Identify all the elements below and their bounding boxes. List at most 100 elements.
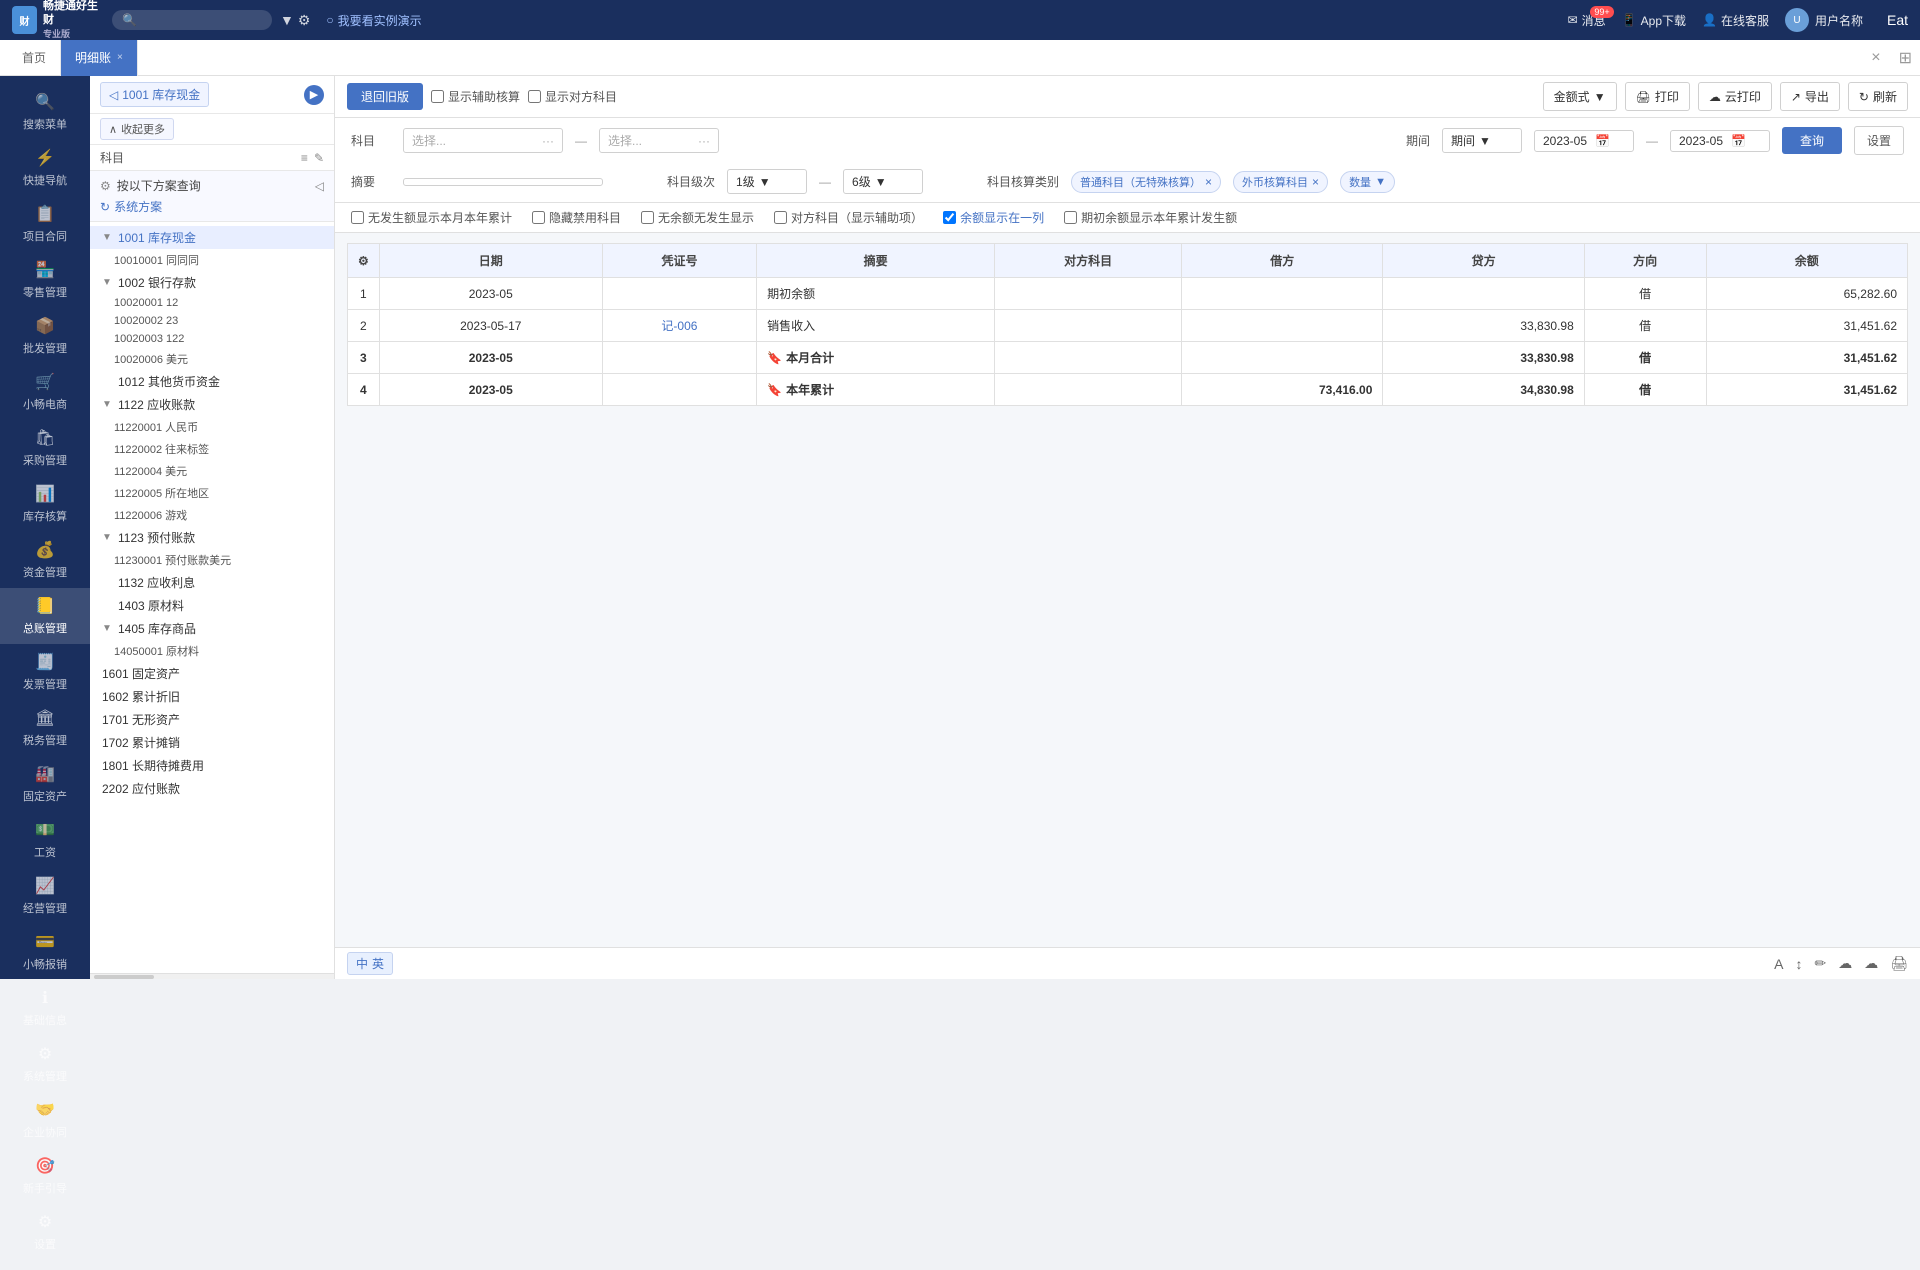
tree-item-11220006[interactable]: 11220006 游戏 xyxy=(90,504,334,526)
tree-item-11220005[interactable]: 11220005 所在地区 xyxy=(90,482,334,504)
option-no-occurrence-checkbox[interactable] xyxy=(351,211,364,224)
tree-item-10020006[interactable]: 10020006 美元 xyxy=(90,348,334,370)
export-btn[interactable]: ↗ 导出 xyxy=(1780,82,1840,111)
sidebar-item-quick-nav[interactable]: ⚡ 快捷导航 xyxy=(0,140,90,196)
option-balance-one-line-checkbox[interactable] xyxy=(943,211,956,224)
tree-item-11220001[interactable]: 11220001 人民币 xyxy=(90,416,334,438)
sidebar-item-enterprise[interactable]: 🤝 企业协同 xyxy=(0,1092,90,1148)
sidebar-item-payroll[interactable]: 💵 工资 xyxy=(0,812,90,868)
subject-level-from-select[interactable]: 1级 ▼ xyxy=(727,169,807,194)
cloud3-icon[interactable]: ☁ xyxy=(1864,955,1878,972)
sidebar-item-general-ledger[interactable]: 📒 总账管理 xyxy=(0,588,90,644)
filter-summary-input[interactable] xyxy=(403,178,603,186)
nav-down-icon[interactable]: ▼ xyxy=(280,12,294,28)
sidebar-item-tax[interactable]: 🏛 税务管理 xyxy=(0,700,90,756)
tree-item-1602[interactable]: 1602 累计折旧 xyxy=(90,685,334,708)
demo-link[interactable]: ○ 我要看实例演示 xyxy=(326,12,421,29)
tree-item-1405[interactable]: ▼ 1405 库存商品 xyxy=(90,617,334,640)
col-settings[interactable]: ⚙ xyxy=(348,244,380,278)
nav-forward-btn[interactable]: ▶ xyxy=(304,85,324,105)
app-download-btn[interactable]: 📱 App下载 xyxy=(1622,12,1686,29)
sidebar-item-ecom[interactable]: 🛒 小畅电商 xyxy=(0,364,90,420)
print2-icon[interactable]: 🖨 xyxy=(1890,955,1908,972)
tree-item-1012[interactable]: 1012 其他货币资金 xyxy=(90,370,334,393)
edit2-icon[interactable]: ✏ xyxy=(1814,955,1826,972)
filter-subject-input[interactable]: 选择... ··· xyxy=(403,128,563,153)
show-aux-checkbox[interactable] xyxy=(431,90,444,103)
top-search-box[interactable]: 🔍 xyxy=(112,10,272,30)
sidebar-item-project[interactable]: 📋 项目合同 xyxy=(0,196,90,252)
cell-voucher[interactable]: 记-006 xyxy=(602,310,756,342)
amount-format-btn[interactable]: 金额式 ▼ xyxy=(1543,82,1617,111)
tab-ledger[interactable]: 明细账 × xyxy=(61,40,138,76)
option-hide-disabled-checkbox[interactable] xyxy=(532,211,545,224)
tree-item-10020003[interactable]: 10020003 122 xyxy=(90,330,334,348)
refresh-btn[interactable]: ↻ 刷新 xyxy=(1848,82,1908,111)
show-opposite-checkbox[interactable] xyxy=(528,90,541,103)
period-type-select[interactable]: 期间 ▼ xyxy=(1442,128,1522,153)
tree-item-10020002[interactable]: 10020002 23 xyxy=(90,312,334,330)
tab-expand-btn[interactable]: ⊞ xyxy=(1891,48,1920,68)
sidebar-item-wholesale[interactable]: 📦 批发管理 xyxy=(0,308,90,364)
tree-item-1002[interactable]: ▼ 1002 银行存款 xyxy=(90,271,334,294)
sidebar-item-business[interactable]: 📈 经营管理 xyxy=(0,868,90,924)
tab-close-icon[interactable]: × xyxy=(117,52,123,63)
tree-item-10020001[interactable]: 10020001 12 xyxy=(90,294,334,312)
tab-close-all-btn[interactable]: × xyxy=(1861,49,1890,67)
back-old-version-btn[interactable]: 退回旧版 xyxy=(347,83,423,110)
breadcrumb-btn[interactable]: ◁ 1001 库存现金 xyxy=(100,82,209,107)
filter-subject-end-input[interactable]: 选择... ··· xyxy=(599,128,719,153)
tree-item-11220002[interactable]: 11220002 往来标签 xyxy=(90,438,334,460)
tag-foreign-remove[interactable]: × xyxy=(1312,175,1319,189)
tree-item-1132[interactable]: 1132 应收利息 xyxy=(90,571,334,594)
tree-item-14050001[interactable]: 14050001 原材料 xyxy=(90,640,334,662)
sidebar-item-expense[interactable]: 💳 小畅报销 xyxy=(0,924,90,980)
message-btn[interactable]: ✉ 消息 99+ xyxy=(1568,12,1606,29)
h-scrollbar[interactable] xyxy=(90,973,334,979)
tree-item-1801[interactable]: 1801 长期待摊费用 xyxy=(90,754,334,777)
tree-item-1122[interactable]: ▼ 1122 应收账款 xyxy=(90,393,334,416)
tree-item-2202[interactable]: 2202 应付账款 xyxy=(90,777,334,800)
tab-home[interactable]: 首页 xyxy=(8,40,61,76)
voucher-link[interactable]: 记-006 xyxy=(661,319,697,333)
subject-level-to-select[interactable]: 6级 ▼ xyxy=(843,169,923,194)
tree-item-1702[interactable]: 1702 累计摊销 xyxy=(90,731,334,754)
sidebar-item-fund[interactable]: 💰 资金管理 xyxy=(0,532,90,588)
tree-item-1001[interactable]: ▼ 1001 库存现金 xyxy=(90,226,334,249)
edit-icon[interactable]: ✎ xyxy=(314,151,324,165)
cloud-print-btn[interactable]: ☁ 云打印 xyxy=(1698,82,1772,111)
sidebar-item-invoice[interactable]: 🧾 发票管理 xyxy=(0,644,90,700)
query-btn[interactable]: 查询 xyxy=(1782,127,1842,154)
filter-settings-btn[interactable]: 设置 xyxy=(1854,126,1904,155)
tree-item-1123[interactable]: ▼ 1123 预付账款 xyxy=(90,526,334,549)
tag-ordinary[interactable]: 普通科目（无特殊核算） × xyxy=(1071,171,1221,193)
tag-quantity[interactable]: 数量 ▼ xyxy=(1340,171,1395,193)
tag-foreign[interactable]: 外币核算科目 × xyxy=(1233,171,1328,193)
sidebar-item-fixed-assets[interactable]: 🏭 固定资产 xyxy=(0,756,90,812)
arrow-icon[interactable]: ↕ xyxy=(1795,956,1802,972)
tree-item-1701[interactable]: 1701 无形资产 xyxy=(90,708,334,731)
collapse-icon[interactable]: ◁ xyxy=(315,179,324,193)
system-scheme-btn[interactable]: ↻ 系统方案 xyxy=(100,198,324,215)
date-from-input[interactable]: 2023-05 📅 xyxy=(1534,130,1634,152)
sidebar-item-settings[interactable]: ⚙ 设置 xyxy=(0,1204,90,1260)
list-icon[interactable]: ≡ xyxy=(301,151,308,165)
sidebar-item-basic-info[interactable]: ℹ 基础信息 xyxy=(0,980,90,1036)
option-ytd-show-checkbox[interactable] xyxy=(1064,211,1077,224)
h-scrollbar-thumb[interactable] xyxy=(94,975,154,979)
online-service-btn[interactable]: 👤 在线客服 xyxy=(1702,12,1769,29)
tree-item-11220004[interactable]: 11220004 美元 xyxy=(90,460,334,482)
tree-item-10010001[interactable]: 10010001 同同同 xyxy=(90,249,334,271)
cloud2-icon[interactable]: ☁ xyxy=(1838,955,1852,972)
sidebar-item-search-menu[interactable]: 🔍 搜索菜单 xyxy=(0,84,90,140)
sidebar-item-sys-mgmt[interactable]: ⚙ 系统管理 xyxy=(0,1036,90,1092)
option-opposite-show-checkbox[interactable] xyxy=(774,211,787,224)
expand-more-btn[interactable]: ∧ 收起更多 xyxy=(100,118,174,140)
option-no-balance-checkbox[interactable] xyxy=(641,211,654,224)
settings-icon[interactable]: ⚙ xyxy=(298,12,311,29)
tree-item-11230001[interactable]: 11230001 预付账款美元 xyxy=(90,549,334,571)
sidebar-item-retail[interactable]: 🏪 零售管理 xyxy=(0,252,90,308)
top-search-input[interactable] xyxy=(137,13,257,27)
tree-item-1403[interactable]: 1403 原材料 xyxy=(90,594,334,617)
date-to-input[interactable]: 2023-05 📅 xyxy=(1670,130,1770,152)
